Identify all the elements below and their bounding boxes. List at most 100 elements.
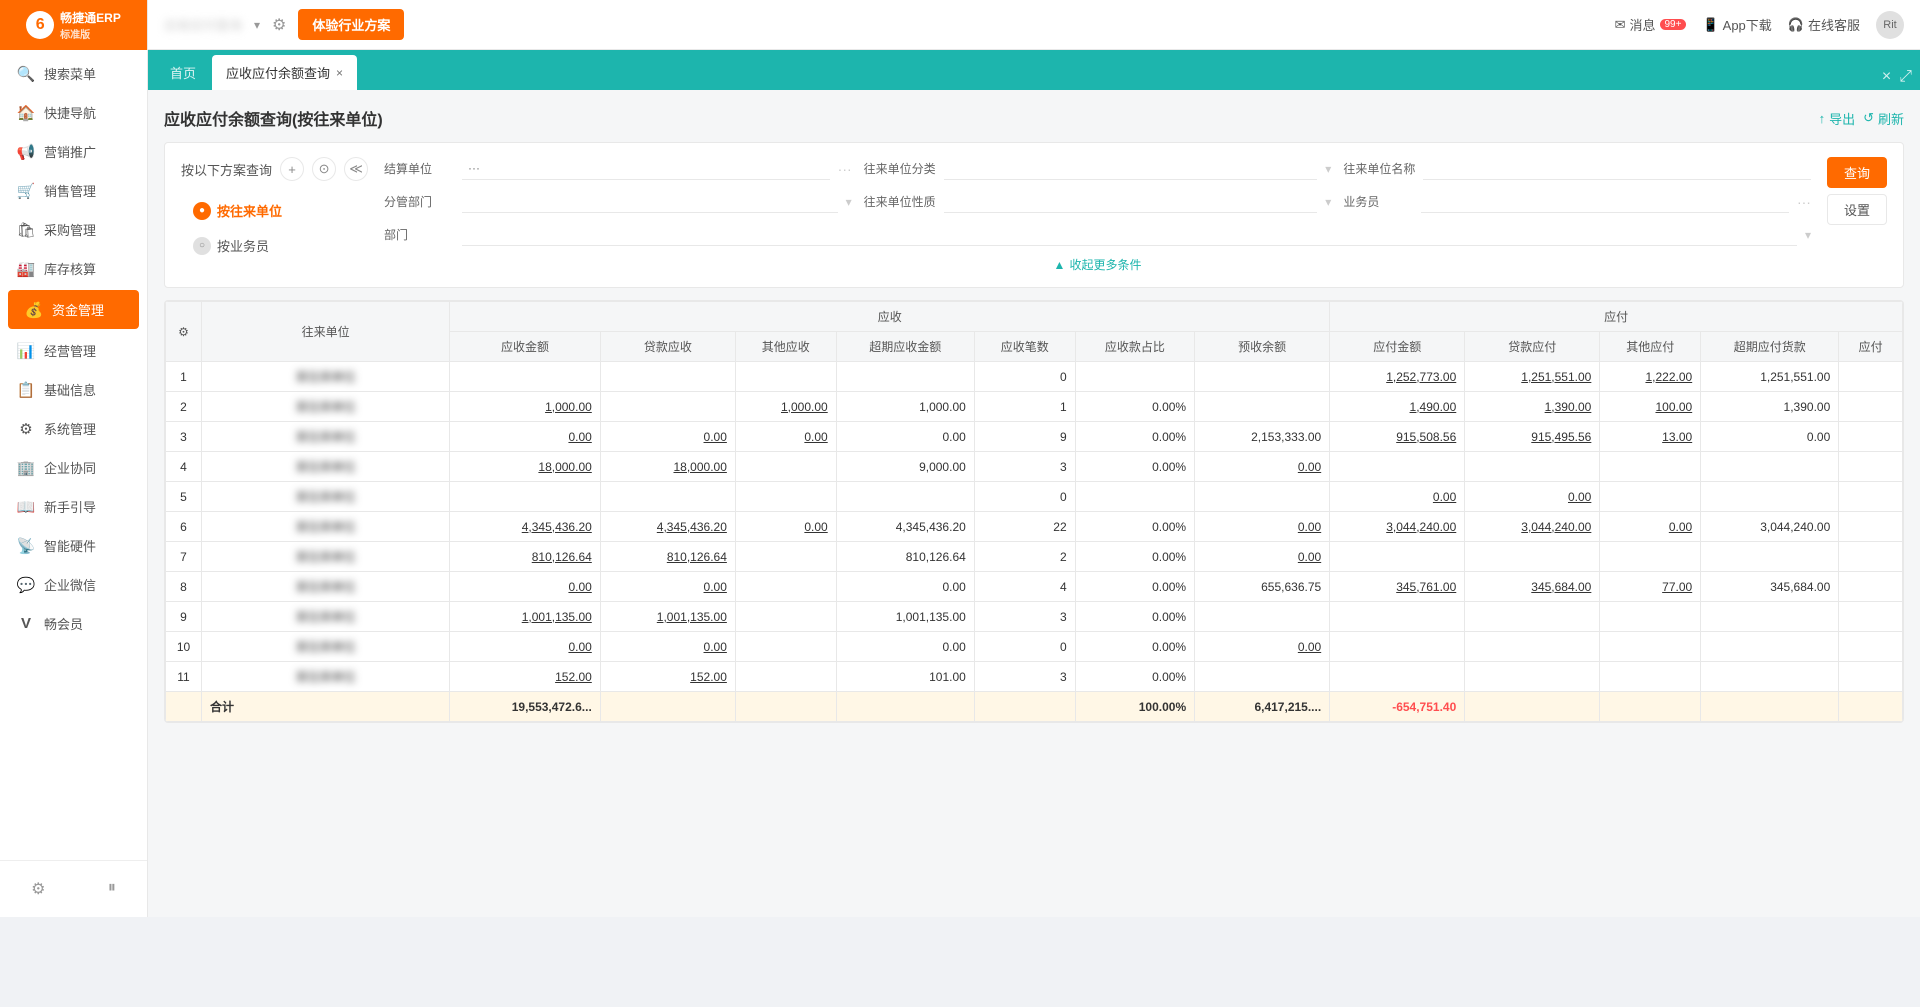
- tab-close-icon[interactable]: ×: [336, 66, 343, 80]
- sidebar-item-sales[interactable]: 🛒 销售管理: [0, 171, 147, 210]
- payable-amt[interactable]: 1,490.00: [1330, 392, 1465, 422]
- sidebar-item-member[interactable]: V 畅会员: [0, 604, 147, 643]
- nav-arrow-icon[interactable]: ▾: [254, 18, 260, 32]
- partner-category-input[interactable]: [944, 157, 1318, 180]
- query-button[interactable]: 查询: [1827, 157, 1887, 188]
- filter-by-salesman[interactable]: ○ 按业务员: [181, 228, 368, 263]
- sidebar-item-marketing[interactable]: 📢 营销推广: [0, 132, 147, 171]
- payable-amt[interactable]: 915,508.56: [1330, 422, 1465, 452]
- online-service-btn[interactable]: 🎧 在线客服: [1788, 15, 1860, 34]
- filter-by-partner[interactable]: ● 按往来单位: [181, 193, 368, 228]
- tab-home[interactable]: 首页: [156, 55, 210, 90]
- sidebar-collapse-btn[interactable]: ⏸: [96, 871, 128, 907]
- partner-nature-dropdown-icon[interactable]: ▾: [1325, 195, 1331, 209]
- other-payable[interactable]: 0.00: [1600, 512, 1701, 542]
- sidebar-item-capital[interactable]: 💰 资金管理: [8, 290, 139, 329]
- th-loan-receivable: 贷款应收: [600, 332, 735, 362]
- loan-payable[interactable]: 915,495.56: [1465, 422, 1600, 452]
- loan-receivable[interactable]: 0.00: [600, 422, 735, 452]
- loan-receivable[interactable]: 0.00: [600, 632, 735, 662]
- loan-payable[interactable]: 0.00: [1465, 482, 1600, 512]
- other-payable[interactable]: 13.00: [1600, 422, 1701, 452]
- prepaid-balance[interactable]: 0.00: [1195, 512, 1330, 542]
- sidebar-settings-btn[interactable]: ⚙: [19, 871, 57, 907]
- settings-scheme-btn[interactable]: ⊙: [312, 157, 336, 181]
- receivable-amt[interactable]: 0.00: [450, 422, 601, 452]
- department-input[interactable]: [462, 223, 1797, 246]
- tab-maximize-icon[interactable]: ⤢: [1899, 68, 1912, 86]
- loan-receivable[interactable]: 152.00: [600, 662, 735, 692]
- loan-payable[interactable]: 3,044,240.00: [1465, 512, 1600, 542]
- prev-scheme-btn[interactable]: ≪: [344, 157, 368, 181]
- other-receivable[interactable]: 1,000.00: [735, 392, 836, 422]
- partner-name: 某往来单位: [202, 362, 450, 392]
- other-payable[interactable]: 1,222.00: [1600, 362, 1701, 392]
- sidebar-item-basic-info[interactable]: 📋 基础信息: [0, 370, 147, 409]
- other-receivable[interactable]: 0.00: [735, 422, 836, 452]
- partner-name-input[interactable]: [1423, 157, 1811, 180]
- sidebar-item-operation[interactable]: 📊 经营管理: [0, 331, 147, 370]
- prepaid-balance[interactable]: 0.00: [1195, 632, 1330, 662]
- member-icon: V: [16, 615, 36, 632]
- receivable-amt[interactable]: 0.00: [450, 632, 601, 662]
- tab-receivable-query[interactable]: 应收应付余额查询 ×: [212, 55, 357, 90]
- sidebar-item-enterprise[interactable]: 🏢 企业协同: [0, 448, 147, 487]
- settings-button[interactable]: 设置: [1827, 194, 1887, 225]
- promo-button[interactable]: 体验行业方案: [298, 9, 404, 40]
- export-button[interactable]: ↑ 导出: [1819, 109, 1856, 128]
- receivable-amt[interactable]: 1,001,135.00: [450, 602, 601, 632]
- receivable-amt[interactable]: 810,126.64: [450, 542, 601, 572]
- sidebar-item-inventory[interactable]: 🏭 库存核算: [0, 249, 147, 288]
- salesman-input[interactable]: [1421, 190, 1789, 213]
- sidebar-item-search-menu[interactable]: 🔍 搜索菜单: [0, 54, 147, 93]
- collapse-btn[interactable]: ▲ 收起更多条件: [1054, 256, 1142, 273]
- total-overdue-payable: [1701, 692, 1839, 722]
- loan-payable[interactable]: 1,390.00: [1465, 392, 1600, 422]
- loan-receivable[interactable]: 810,126.64: [600, 542, 735, 572]
- user-avatar[interactable]: Rit: [1876, 11, 1904, 39]
- loan-receivable[interactable]: 0.00: [600, 572, 735, 602]
- receivable-amt[interactable]: 4,345,436.20: [450, 512, 601, 542]
- payable-amt[interactable]: 1,252,773.00: [1330, 362, 1465, 392]
- partner-nature-input[interactable]: [944, 190, 1318, 213]
- add-scheme-btn[interactable]: +: [280, 157, 304, 181]
- other-payable[interactable]: 77.00: [1600, 572, 1701, 602]
- dept-input[interactable]: [462, 190, 838, 213]
- partner-category-dropdown-icon[interactable]: ▾: [1325, 162, 1331, 176]
- other-payable[interactable]: 100.00: [1600, 392, 1701, 422]
- settlement-input[interactable]: [462, 157, 830, 180]
- payable-amt[interactable]: 345,761.00: [1330, 572, 1465, 602]
- prepaid-balance[interactable]: 0.00: [1195, 452, 1330, 482]
- loan-payable: [1465, 602, 1600, 632]
- sidebar-item-quick-nav[interactable]: 🏠 快捷导航: [0, 93, 147, 132]
- loan-payable[interactable]: 345,684.00: [1465, 572, 1600, 602]
- payable-amt[interactable]: 3,044,240.00: [1330, 512, 1465, 542]
- prepaid-balance[interactable]: 0.00: [1195, 542, 1330, 572]
- refresh-button[interactable]: ↺ 刷新: [1863, 109, 1904, 128]
- other-receivable[interactable]: 0.00: [735, 512, 836, 542]
- sidebar-item-enterprise-wx[interactable]: 💬 企业微信: [0, 565, 147, 604]
- loan-receivable[interactable]: 1,001,135.00: [600, 602, 735, 632]
- message-btn[interactable]: ✉ 消息 99+: [1615, 15, 1687, 34]
- app-download-btn[interactable]: 📱 App下载: [1702, 15, 1771, 34]
- sidebar-item-purchase[interactable]: 🛍 采购管理: [0, 210, 147, 249]
- sidebar-item-smart-hw[interactable]: 📡 智能硬件: [0, 526, 147, 565]
- loan-receivable[interactable]: 18,000.00: [600, 452, 735, 482]
- header-settings-icon[interactable]: ⚙: [272, 15, 286, 35]
- sidebar-item-system[interactable]: ⚙ 系统管理: [0, 409, 147, 448]
- department-dropdown-icon[interactable]: ▾: [1805, 228, 1811, 242]
- tab-close-all-icon[interactable]: ×: [1882, 68, 1891, 86]
- payable-amt[interactable]: 0.00: [1330, 482, 1465, 512]
- receivable-amt[interactable]: 152.00: [450, 662, 601, 692]
- receivable-amt[interactable]: 18,000.00: [450, 452, 601, 482]
- loan-payable[interactable]: 1,251,551.00: [1465, 362, 1600, 392]
- th-settings[interactable]: ⚙: [166, 302, 202, 362]
- loan-receivable[interactable]: 4,345,436.20: [600, 512, 735, 542]
- receivable-amt[interactable]: 1,000.00: [450, 392, 601, 422]
- search-field-partner-nature: 往来单位性质 ▾: [864, 190, 1332, 213]
- dept-dropdown-icon[interactable]: ▾: [846, 195, 852, 209]
- receivable-amt[interactable]: 0.00: [450, 572, 601, 602]
- overdue-receivable: 1,001,135.00: [836, 602, 974, 632]
- payable-x: [1839, 482, 1903, 512]
- sidebar-item-guide[interactable]: 📖 新手引导: [0, 487, 147, 526]
